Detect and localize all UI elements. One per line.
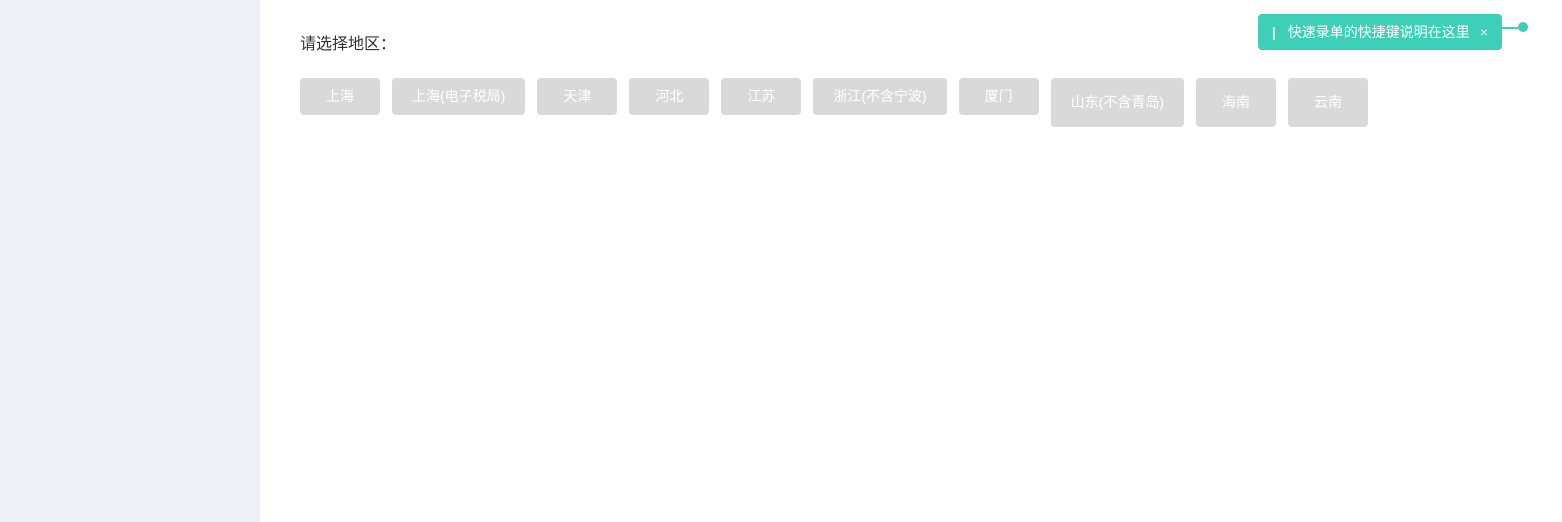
region-row-1: 上海上海(电子税局) 天津河北江苏浙江(不含宁波) 厦门 [300,78,1039,115]
tooltip-close-button[interactable]: × [1480,24,1488,40]
region-buttons-container: 上海上海(电子税局) 天津河北江苏浙江(不含宁波) 厦门 山东(不含青岛)海南云南 [300,78,1522,127]
region-button-jiangsu[interactable]: 江苏 [721,78,801,115]
tooltip-connector-dot [1518,22,1528,32]
region-button-shanghai[interactable]: 上海 [300,78,380,115]
tooltip-text: 快速录单的快捷键说明在这里 [1288,22,1470,42]
region-button-shanghai-etax[interactable]: 上海(电子税局) [392,78,525,115]
region-button-shandong[interactable]: 山东(不含青岛) [1051,78,1184,127]
sidebar [0,0,260,522]
tooltip-banner: 快速录单的快捷键说明在这里 × [1258,14,1502,50]
main-content: 请选择地区： 上海上海(电子税局)天津河北江苏浙江(不含宁波)厦门 山东(不含青… [260,0,1562,522]
region-button-hainan[interactable]: 海南 [1196,78,1276,127]
region-button-zhejiang[interactable]: 浙江(不含宁波) [813,78,946,115]
region-row-2: 山东(不含青岛)海南云南 [1051,78,1368,127]
region-button-hebei[interactable]: 河北 [629,78,709,115]
region-button-xiamen[interactable]: 厦门 [959,78,1039,115]
region-button-tianjin[interactable]: 天津 [537,78,617,115]
region-button-yunnan[interactable]: 云南 [1288,78,1368,127]
